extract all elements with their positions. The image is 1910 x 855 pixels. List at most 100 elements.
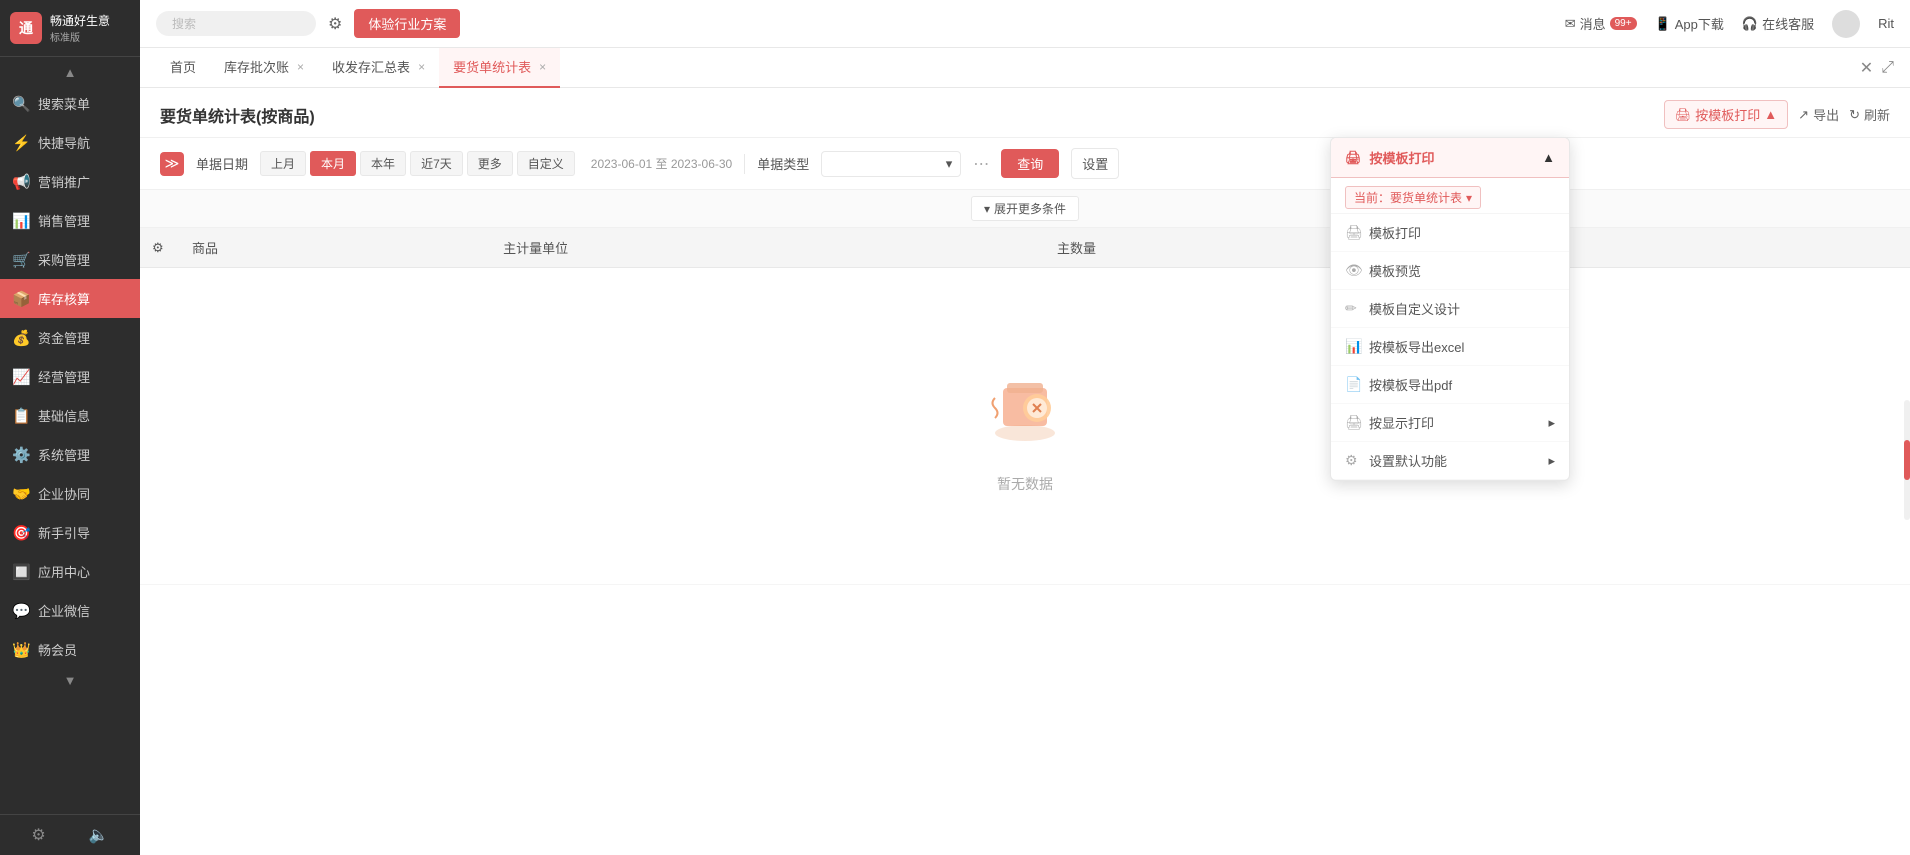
more-dots-icon[interactable]: ⋯ (973, 154, 989, 174)
sidebar-item-search[interactable]: 🔍 搜索菜单 (0, 84, 140, 123)
sidebar-item-system[interactable]: ⚙️ 系统管理 (0, 435, 140, 474)
empty-text: 暂无数据 (997, 474, 1053, 494)
table-header-setting[interactable]: ⚙ (140, 228, 180, 268)
dropdown-current: 当前：要货单统计表 ▾ (1331, 178, 1569, 214)
display-print-icon: 🖨 (1345, 414, 1361, 431)
sidebar-item-apps[interactable]: 🔲 应用中心 (0, 552, 140, 591)
scrollbar-thumb[interactable] (1904, 440, 1910, 480)
dropdown-item-template-preview[interactable]: 👁 模板预览 (1331, 252, 1569, 290)
template-excel-item-icon: 📊 (1345, 338, 1361, 355)
sidebar-item-purchase[interactable]: 🛒 采购管理 (0, 240, 140, 279)
system-icon: ⚙️ (12, 446, 30, 464)
filter-bar: ≫ 单据日期 上月 本月 本年 近7天 更多 自定义 2023-06-01 至 … (140, 138, 1910, 190)
dropdown-sub-default-func[interactable]: ⚙ 设置默认功能 ▸ (1331, 442, 1569, 480)
tab-close-receipt-summary[interactable]: × (418, 60, 425, 74)
doc-type-select[interactable]: ▾ (821, 151, 961, 177)
date-btn-this-month[interactable]: 本月 (310, 151, 356, 176)
sidebar-item-collab[interactable]: 🤝 企业协同 (0, 474, 140, 513)
dropdown-item-template-custom[interactable]: ✏ 模板自定义设计 (1331, 290, 1569, 328)
tab-home[interactable]: 首页 (156, 48, 210, 88)
app-download-button[interactable]: 📱 App下载 (1655, 14, 1724, 33)
dropdown-header[interactable]: 🖨 按模板打印 ▲ (1331, 138, 1569, 178)
date-btn-7days[interactable]: 近7天 (410, 151, 463, 176)
topbar-gear-icon[interactable]: ⚙ (328, 14, 342, 34)
dropdown-item-template-excel[interactable]: 📊 按模板导出excel (1331, 328, 1569, 366)
tab-receipt-summary[interactable]: 收发存汇总表 × (318, 48, 439, 88)
dropdown-item-template-print[interactable]: 🖨 模板打印 (1331, 214, 1569, 252)
sales-icon: 📊 (12, 212, 30, 230)
sidebar-item-operations[interactable]: 📈 经营管理 (0, 357, 140, 396)
app-download-icon: 📱 (1655, 16, 1671, 32)
tab-close-inventory-batch[interactable]: × (297, 60, 304, 74)
operations-icon: 📈 (12, 368, 30, 386)
template-print-item-icon: 🖨 (1345, 224, 1361, 241)
sidebar-scroll-up[interactable]: ▲ (0, 61, 140, 84)
sidebar-item-wechat[interactable]: 💬 企业微信 (0, 591, 140, 630)
user-avatar[interactable] (1832, 10, 1860, 38)
topbar-right: ✉ 消息 99+ 📱 App下载 🎧 在线客服 Rit (1565, 10, 1894, 38)
topbar: 搜索 ⚙ 体验行业方案 ✉ 消息 99+ 📱 App下载 🎧 在线客服 Rit (140, 0, 1910, 48)
dropdown-close-icon[interactable]: ▲ (1542, 150, 1555, 165)
template-preview-item-icon: 👁 (1345, 262, 1361, 279)
headset-icon: 🎧 (1742, 16, 1758, 32)
empty-illustration (975, 358, 1075, 458)
purchase-icon: 🛒 (12, 251, 30, 269)
sidebar-item-inventory[interactable]: 📦 库存核算 (0, 279, 140, 318)
refresh-button[interactable]: ↻ 刷新 (1849, 105, 1890, 124)
filter-divider (744, 154, 745, 174)
sidebar-item-guide[interactable]: 🎯 新手引导 (0, 513, 140, 552)
tab-inventory-batch[interactable]: 库存批次账 × (210, 48, 318, 88)
tab-close-icon[interactable]: ✕ (1860, 58, 1873, 78)
date-btn-more[interactable]: 更多 (467, 151, 513, 176)
template-print-dropdown: 🖨 按模板打印 ▲ 当前：要货单统计表 ▾ 🖨 模板打印 👁 模板预览 ✏ 模板… (1330, 137, 1570, 481)
template-print-button[interactable]: 🖨 按模板打印 ▲ (1664, 100, 1788, 129)
guide-icon: 🎯 (12, 524, 30, 542)
tab-expand-icon[interactable]: ⤢ (1881, 59, 1894, 77)
tab-order-stats[interactable]: 要货单统计表 × (439, 48, 560, 88)
sidebar-scroll-down[interactable]: ▼ (0, 669, 140, 692)
date-btn-last-month[interactable]: 上月 (260, 151, 306, 176)
setting-button[interactable]: 设置 (1071, 148, 1119, 179)
speaker-icon[interactable]: 🔈 (89, 825, 109, 845)
template-pdf-item-icon: 📄 (1345, 376, 1361, 393)
trial-button[interactable]: 体验行业方案 (354, 9, 460, 38)
sidebar-item-marketing[interactable]: 📢 营销推广 (0, 162, 140, 201)
sidebar-item-finance[interactable]: 💰 资金管理 (0, 318, 140, 357)
filter-toggle-button[interactable]: ≫ (160, 152, 184, 176)
logo: 通 畅通好生意 标准版 (0, 0, 140, 57)
expand-button[interactable]: ▾ 展开更多条件 (971, 196, 1079, 221)
settings-icon[interactable]: ⚙ (31, 825, 45, 845)
topbar-search[interactable]: 搜索 (156, 11, 316, 36)
date-btn-custom[interactable]: 自定义 (517, 151, 575, 176)
basic-icon: 📋 (12, 407, 30, 425)
logo-icon: 通 (10, 12, 42, 44)
sidebar-item-member[interactable]: 👑 畅会员 (0, 630, 140, 669)
message-button[interactable]: ✉ 消息 99+ (1565, 14, 1637, 33)
collab-icon: 🤝 (12, 485, 30, 503)
expand-icon: ▾ (984, 202, 990, 216)
page-actions: 🖨 按模板打印 ▲ ↗ 导出 ↻ 刷新 (1664, 100, 1890, 129)
date-btn-this-year[interactable]: 本年 (360, 151, 406, 176)
username-label: Rit (1878, 16, 1894, 31)
sidebar-item-sales[interactable]: 📊 销售管理 (0, 201, 140, 240)
table-header-product: 商品 (180, 228, 491, 268)
sidebar-item-quick-nav[interactable]: ⚡ 快捷导航 (0, 123, 140, 162)
apps-icon: 🔲 (12, 563, 30, 581)
export-button[interactable]: ↗ 导出 (1798, 105, 1839, 124)
finance-icon: 💰 (12, 329, 30, 347)
sidebar-item-basic[interactable]: 📋 基础信息 (0, 396, 140, 435)
tab-close-order-stats[interactable]: × (539, 60, 546, 74)
tabs-right-controls: ✕ ⤢ (1860, 58, 1894, 78)
tabs-bar: 首页 库存批次账 × 收发存汇总表 × 要货单统计表 × ✕ ⤢ (140, 48, 1910, 88)
empty-state: 暂无数据 (152, 278, 1898, 574)
inventory-icon: 📦 (12, 290, 30, 308)
page-title: 要货单统计表(按商品) (160, 103, 315, 127)
data-table: ⚙ 商品 主计量单位 主数量 零售金额 (140, 228, 1910, 585)
query-button[interactable]: 查询 (1001, 149, 1059, 178)
export-icon: ↗ (1798, 107, 1809, 123)
dropdown-item-template-pdf[interactable]: 📄 按模板导出pdf (1331, 366, 1569, 404)
online-service-button[interactable]: 🎧 在线客服 (1742, 14, 1814, 33)
dropdown-sub-display-print[interactable]: 🖨 按显示打印 ▸ (1331, 404, 1569, 442)
message-icon: ✉ (1565, 16, 1576, 32)
wechat-icon: 💬 (12, 602, 30, 620)
